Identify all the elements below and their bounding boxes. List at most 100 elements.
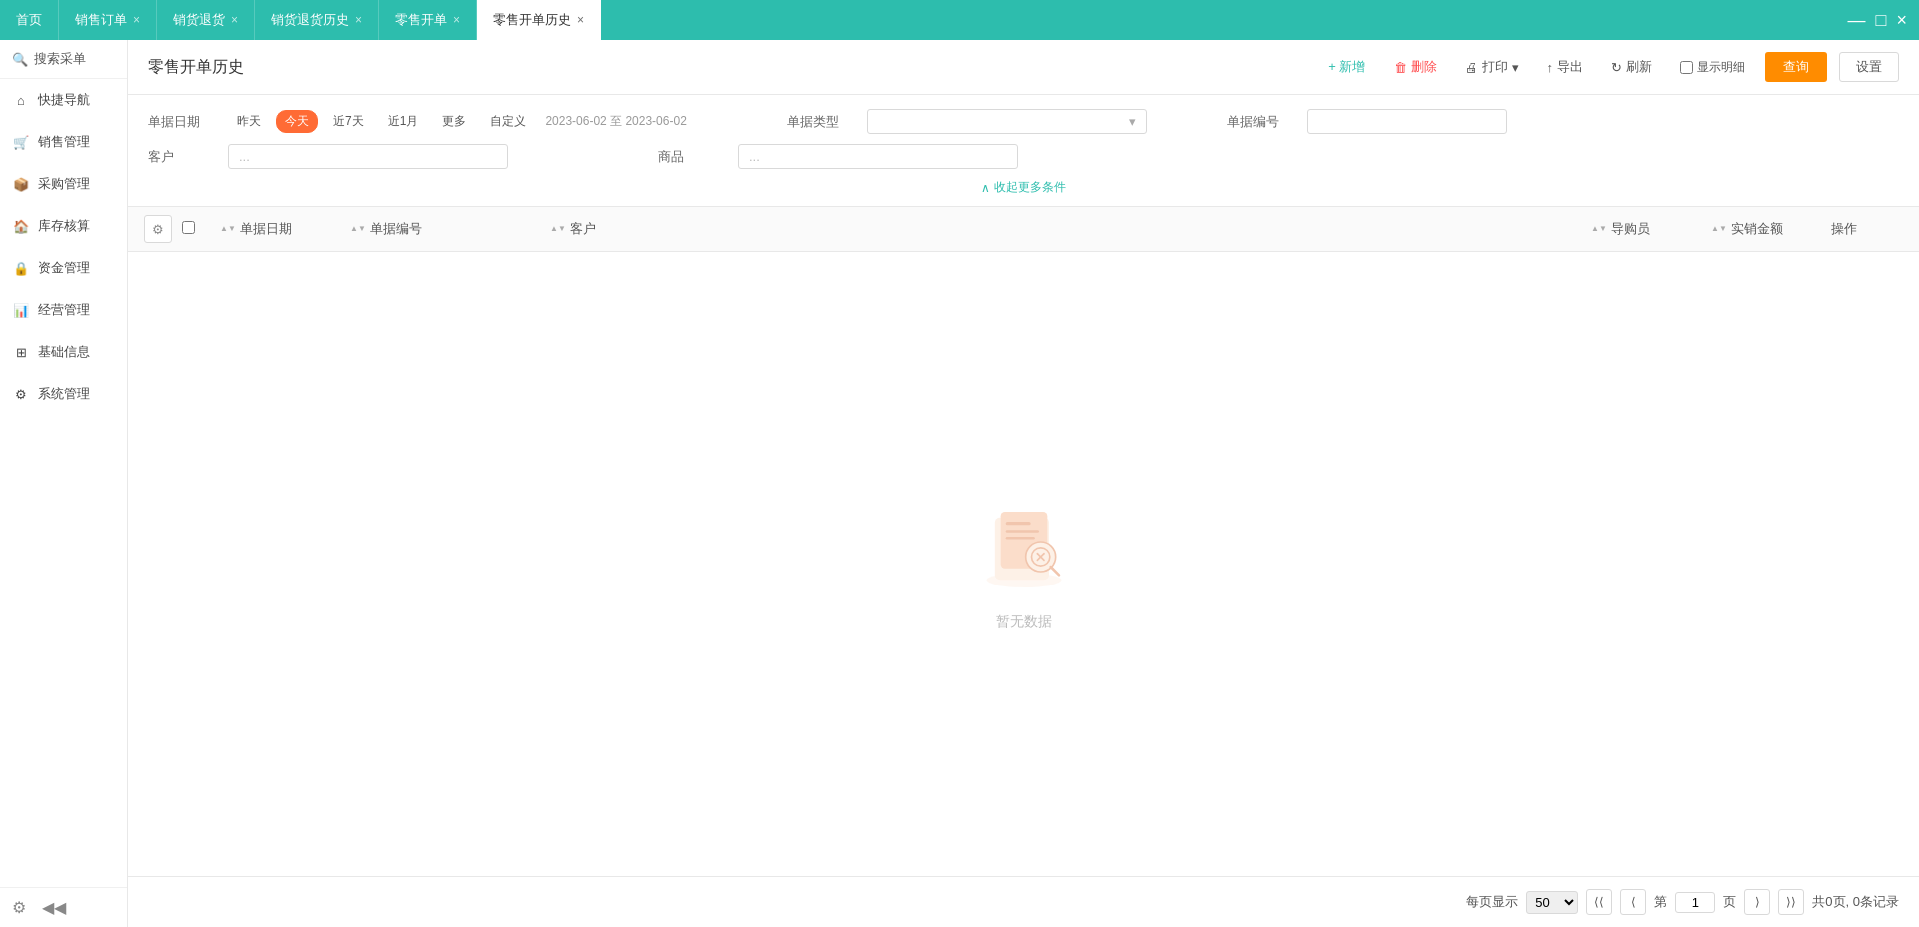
page-unit-label: 页 xyxy=(1723,893,1736,911)
chart-icon: 📊 xyxy=(12,301,30,319)
sidebar-item-inventory[interactable]: 🏠 库存核算 xyxy=(0,205,127,247)
sidebar-item-sales-mgmt[interactable]: 🛒 销售管理 xyxy=(0,121,127,163)
date-1month[interactable]: 近1月 xyxy=(379,110,428,133)
tab-sales-order[interactable]: 销售订单 × xyxy=(59,0,157,40)
collapse-conditions[interactable]: ∧ 收起更多条件 xyxy=(148,179,1899,196)
goods-label: 商品 xyxy=(658,148,718,166)
current-page-input[interactable] xyxy=(1675,892,1715,913)
amount-sort-icon: ▲▼ xyxy=(1711,225,1727,233)
sidebar-collapse-icon[interactable]: ◀◀ xyxy=(42,898,66,917)
bill-no-input[interactable] xyxy=(1307,109,1507,134)
tab-retail-open-close[interactable]: × xyxy=(453,13,460,27)
sidebar-item-basic-info[interactable]: ⊞ 基础信息 xyxy=(0,331,127,373)
empty-state: 暂无数据 xyxy=(128,252,1919,876)
tab-retail-history-close[interactable]: × xyxy=(577,13,584,27)
print-button[interactable]: 🖨 打印 ▾ xyxy=(1457,54,1527,80)
sidebar-item-finance-label: 资金管理 xyxy=(38,259,90,277)
sidebar-item-quick-nav[interactable]: ⌂ 快捷导航 xyxy=(0,79,127,121)
total-info: 共0页, 0条记录 xyxy=(1812,893,1899,911)
next-page-button[interactable]: ⟩ xyxy=(1744,889,1770,915)
sidebar-item-inventory-label: 库存核算 xyxy=(38,217,90,235)
tab-home[interactable]: 首页 xyxy=(0,0,59,40)
date-7days[interactable]: 近7天 xyxy=(324,110,373,133)
refresh-button[interactable]: ↻ 刷新 xyxy=(1603,54,1660,80)
print-dropdown-icon: ▾ xyxy=(1512,60,1519,75)
col-header-amount[interactable]: ▲▼ 实销金额 xyxy=(1703,220,1823,238)
print-icon: 🖨 xyxy=(1465,60,1478,75)
tab-sales-return-close[interactable]: × xyxy=(231,13,238,27)
col-billno-label: 单据编号 xyxy=(370,220,422,238)
sidebar-settings-icon[interactable]: ⚙ xyxy=(12,898,26,917)
new-button[interactable]: + 新增 xyxy=(1320,54,1373,80)
date-range-display: 2023-06-02 至 2023-06-02 xyxy=(545,113,686,130)
bill-type-select[interactable]: ▾ xyxy=(867,109,1147,134)
query-button[interactable]: 查询 xyxy=(1765,52,1827,82)
page-size-label: 每页显示 xyxy=(1466,893,1518,911)
tab-sales-return-history[interactable]: 销货退货历史 × xyxy=(255,0,379,40)
tab-retail-history[interactable]: 零售开单历史 × xyxy=(477,0,601,40)
customer-input[interactable]: ... xyxy=(228,144,508,169)
tab-sales-return[interactable]: 销货退货 × xyxy=(157,0,255,40)
col-action-label: 操作 xyxy=(1831,220,1857,238)
svg-rect-5 xyxy=(1005,537,1034,540)
empty-illustration xyxy=(974,497,1074,597)
tab-retail-open[interactable]: 零售开单 × xyxy=(379,0,477,40)
tab-sales-order-label: 销售订单 xyxy=(75,11,127,29)
cart-icon: 🛒 xyxy=(12,133,30,151)
home-icon: ⌂ xyxy=(12,91,30,109)
date-custom[interactable]: 自定义 xyxy=(481,110,535,133)
date-yesterday[interactable]: 昨天 xyxy=(228,110,270,133)
page-label: 第 xyxy=(1654,893,1667,911)
sidebar-item-system[interactable]: ⚙ 系统管理 xyxy=(0,373,127,415)
sidebar: 🔍 搜索采单 ⌂ 快捷导航 🛒 销售管理 📦 采购管理 🏠 库存核算 🔒 资金管… xyxy=(0,40,128,927)
maximize-icon[interactable]: □ xyxy=(1876,10,1887,31)
new-button-label: + 新增 xyxy=(1328,58,1365,76)
col-header-date[interactable]: ▲▼ 单据日期 xyxy=(212,220,342,238)
customer-label: 客户 xyxy=(148,148,208,166)
tab-home-label: 首页 xyxy=(16,11,42,29)
search-icon: 🔍 xyxy=(12,52,28,67)
filter-row-2: 客户 ... 商品 ... xyxy=(148,144,1899,169)
col-header-billno[interactable]: ▲▼ 单据编号 xyxy=(342,220,542,238)
prev-page-button[interactable]: ⟨ xyxy=(1620,889,1646,915)
content-area: 零售开单历史 + 新增 🗑 删除 🖨 打印 ▾ ↑ 导出 xyxy=(128,40,1919,927)
sidebar-item-sales-mgmt-label: 销售管理 xyxy=(38,133,90,151)
tab-retail-history-label: 零售开单历史 xyxy=(493,11,571,29)
delete-button[interactable]: 🗑 删除 xyxy=(1386,54,1445,80)
svg-line-7 xyxy=(1050,567,1058,575)
sidebar-item-purchase-mgmt[interactable]: 📦 采购管理 xyxy=(0,163,127,205)
page-size-select[interactable]: 50 100 200 xyxy=(1526,891,1578,914)
goods-input[interactable]: ... xyxy=(738,144,1018,169)
first-page-button[interactable]: ⟨⟨ xyxy=(1586,889,1612,915)
date-label: 单据日期 xyxy=(148,113,208,131)
date-more[interactable]: 更多 xyxy=(433,110,475,133)
last-page-button[interactable]: ⟩⟩ xyxy=(1778,889,1804,915)
collapse-label: 收起更多条件 xyxy=(994,179,1066,196)
export-button[interactable]: ↑ 导出 xyxy=(1539,54,1592,80)
col-header-salesperson[interactable]: ▲▼ 导购员 xyxy=(1583,220,1703,238)
select-all-checkbox[interactable] xyxy=(182,221,212,237)
minimize-icon[interactable]: — xyxy=(1848,10,1866,31)
sidebar-item-finance[interactable]: 🔒 资金管理 xyxy=(0,247,127,289)
sidebar-item-operations[interactable]: 📊 经营管理 xyxy=(0,289,127,331)
sidebar-search-label: 搜索采单 xyxy=(34,50,86,68)
collapse-icon: ∧ xyxy=(981,181,990,195)
close-icon[interactable]: × xyxy=(1896,10,1907,31)
main-layout: 🔍 搜索采单 ⌂ 快捷导航 🛒 销售管理 📦 采购管理 🏠 库存核算 🔒 资金管… xyxy=(0,40,1919,927)
settings-button[interactable]: 设置 xyxy=(1839,52,1899,82)
delete-button-label: 删除 xyxy=(1411,58,1437,76)
lock-icon: 🔒 xyxy=(12,259,30,277)
date-shortcuts: 昨天 今天 近7天 近1月 更多 自定义 2023-06-02 至 2023-0… xyxy=(228,110,687,133)
display-detail-label: 显示明细 xyxy=(1697,59,1745,76)
display-detail-button[interactable]: 显示明细 xyxy=(1672,55,1753,80)
billno-sort-icon: ▲▼ xyxy=(350,225,366,233)
tab-sales-return-history-close[interactable]: × xyxy=(355,13,362,27)
bill-no-label: 单据编号 xyxy=(1227,113,1287,131)
date-today[interactable]: 今天 xyxy=(276,110,318,133)
sidebar-search[interactable]: 🔍 搜索采单 xyxy=(0,40,127,79)
col-header-customer[interactable]: ▲▼ 客户 xyxy=(542,220,1583,238)
display-detail-checkbox[interactable] xyxy=(1680,61,1693,74)
bill-type-label: 单据类型 xyxy=(787,113,847,131)
tab-sales-order-close[interactable]: × xyxy=(133,13,140,27)
table-settings-button[interactable]: ⚙ xyxy=(144,215,172,243)
